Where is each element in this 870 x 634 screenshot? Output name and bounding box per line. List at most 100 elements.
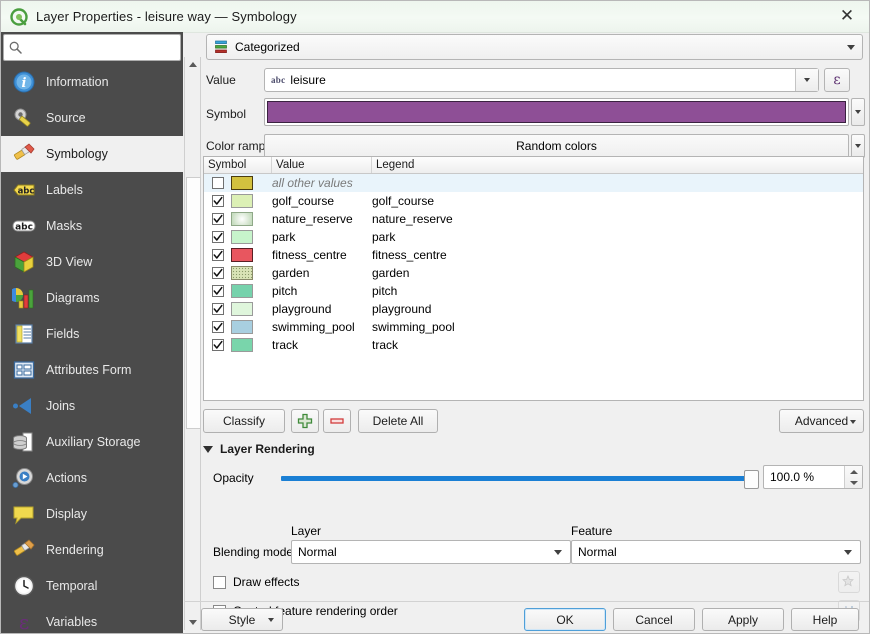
spin-up-icon[interactable] <box>849 469 858 474</box>
table-row[interactable]: playground playground <box>204 300 863 318</box>
table-row[interactable]: garden garden <box>204 264 863 282</box>
search-box[interactable] <box>3 34 181 61</box>
sidebar-item-joins[interactable]: Joins <box>1 388 183 424</box>
symbol-color-swatch <box>267 101 846 123</box>
content-scrollbar[interactable] <box>184 57 201 630</box>
row-checkbox[interactable] <box>212 177 224 189</box>
symbol-swatch[interactable] <box>231 212 253 226</box>
table-row[interactable]: fitness_centre fitness_centre <box>204 246 863 264</box>
opacity-spinbox[interactable]: 100.0 % <box>763 465 863 489</box>
symbol-swatch[interactable] <box>231 284 253 298</box>
delete-all-button[interactable]: Delete All <box>358 409 438 433</box>
row-checkbox[interactable] <box>212 213 224 225</box>
symbol-swatch[interactable] <box>231 248 253 262</box>
table-row[interactable]: swimming_pool swimming_pool <box>204 318 863 336</box>
table-row[interactable]: pitch pitch <box>204 282 863 300</box>
sidebar-item-fields[interactable]: Fields <box>1 316 183 352</box>
layer-rendering-header[interactable]: Layer Rendering <box>203 442 315 456</box>
symbol-dropdown-button[interactable] <box>851 98 865 126</box>
column-header-legend[interactable]: Legend <box>372 157 863 173</box>
draw-effects-settings-button[interactable] <box>838 571 860 593</box>
spin-down-icon[interactable] <box>849 480 858 485</box>
sidebar-item-diagrams[interactable]: Diagrams <box>1 280 183 316</box>
search-icon <box>9 41 22 54</box>
spinbox-buttons[interactable] <box>844 466 862 488</box>
column-header-symbol[interactable]: Symbol <box>204 157 272 173</box>
cancel-button[interactable]: Cancel <box>613 608 695 631</box>
row-checkbox[interactable] <box>212 195 224 207</box>
cell-value: swimming_pool <box>272 320 355 334</box>
star-effects-icon <box>842 575 854 587</box>
symbol-swatch[interactable] <box>231 176 253 190</box>
sidebar-item-label: Auxiliary Storage <box>46 435 141 449</box>
sidebar-item-display[interactable]: Display <box>1 496 183 532</box>
row-checkbox[interactable] <box>212 231 224 243</box>
symbol-swatch[interactable] <box>231 320 253 334</box>
apply-button[interactable]: Apply <box>702 608 784 631</box>
symbol-swatch[interactable] <box>231 230 253 244</box>
close-icon[interactable]: ✕ <box>825 1 869 32</box>
row-checkbox[interactable] <box>212 267 224 279</box>
color-ramp-label: Color ramp <box>206 139 266 153</box>
sidebar-item-source[interactable]: Source <box>1 100 183 136</box>
color-ramp-dropdown-button[interactable] <box>851 134 865 158</box>
value-field-combo[interactable]: abc leisure <box>264 68 819 92</box>
row-checkbox[interactable] <box>212 321 224 333</box>
symbol-swatch[interactable] <box>231 302 253 316</box>
row-checkbox[interactable] <box>212 339 224 351</box>
table-row[interactable]: park park <box>204 228 863 246</box>
classify-button[interactable]: Classify <box>203 409 285 433</box>
svg-text:ɛ: ɛ <box>19 610 29 634</box>
scroll-up-icon[interactable] <box>185 57 200 72</box>
sidebar-item-symbology[interactable]: Symbology <box>1 136 183 172</box>
remove-category-button[interactable] <box>323 409 351 433</box>
sidebar-item-rendering[interactable]: Rendering <box>1 532 183 568</box>
sidebar-item-actions[interactable]: Actions <box>1 460 183 496</box>
row-checkbox[interactable] <box>212 303 224 315</box>
expression-builder-button[interactable]: ε <box>824 68 850 92</box>
column-header-value[interactable]: Value <box>272 157 372 173</box>
blend-feature-combo[interactable]: Normal <box>571 540 861 564</box>
row-checkbox[interactable] <box>212 249 224 261</box>
color-ramp-row: Color ramp Random colors <box>201 134 866 158</box>
sidebar-item-temporal[interactable]: Temporal <box>1 568 183 604</box>
search-input[interactable] <box>26 38 166 57</box>
symbol-swatch[interactable] <box>231 194 253 208</box>
table-row[interactable]: golf_course golf_course <box>204 192 863 210</box>
categorized-icon <box>214 40 228 54</box>
renderer-type-combo[interactable]: Categorized <box>206 34 863 60</box>
add-category-button[interactable] <box>291 409 319 433</box>
cell-legend: nature_reserve <box>372 212 453 226</box>
sidebar-item-information[interactable]: i Information <box>1 64 183 100</box>
draw-effects-row[interactable]: Draw effects <box>213 575 299 589</box>
symbol-swatch[interactable] <box>231 266 253 280</box>
advanced-button[interactable]: Advanced <box>779 409 864 433</box>
slider-handle[interactable] <box>744 470 759 489</box>
sidebar-item-masks[interactable]: abc Masks <box>1 208 183 244</box>
sidebar-item-labels[interactable]: abc Labels <box>1 172 183 208</box>
sidebar-item-variables[interactable]: ɛ Variables <box>1 604 183 634</box>
sidebar-item-attributes-form[interactable]: Attributes Form <box>1 352 183 388</box>
sidebar: i Information Source Symbology abc Label… <box>1 32 183 634</box>
row-checkbox[interactable] <box>212 285 224 297</box>
help-button[interactable]: Help <box>791 608 859 631</box>
color-ramp-combo[interactable]: Random colors <box>264 134 849 158</box>
blend-feature-label: Feature <box>571 524 613 538</box>
sidebar-item-auxiliary-storage[interactable]: Auxiliary Storage <box>1 424 183 460</box>
table-row[interactable]: track track <box>204 336 863 354</box>
sidebar-item-3d-view[interactable]: 3D View <box>1 244 183 280</box>
value-dropdown-button[interactable] <box>795 69 818 91</box>
table-row[interactable]: nature_reserve nature_reserve <box>204 210 863 228</box>
draw-effects-checkbox[interactable] <box>213 575 226 589</box>
symbol-swatch[interactable] <box>231 338 253 352</box>
table-row[interactable]: all other values <box>204 174 863 192</box>
blend-layer-combo[interactable]: Normal <box>291 540 571 564</box>
scrollbar-thumb[interactable] <box>186 177 201 429</box>
style-button[interactable]: Style <box>201 608 283 631</box>
ok-button[interactable]: OK <box>524 608 606 631</box>
title-bar: Layer Properties - leisure way — Symbolo… <box>1 1 869 33</box>
symbol-preview-button[interactable] <box>264 98 849 126</box>
opacity-slider[interactable] <box>281 470 759 489</box>
information-icon: i <box>11 69 37 95</box>
categories-table[interactable]: Symbol Value Legend all other values golf… <box>203 156 864 401</box>
